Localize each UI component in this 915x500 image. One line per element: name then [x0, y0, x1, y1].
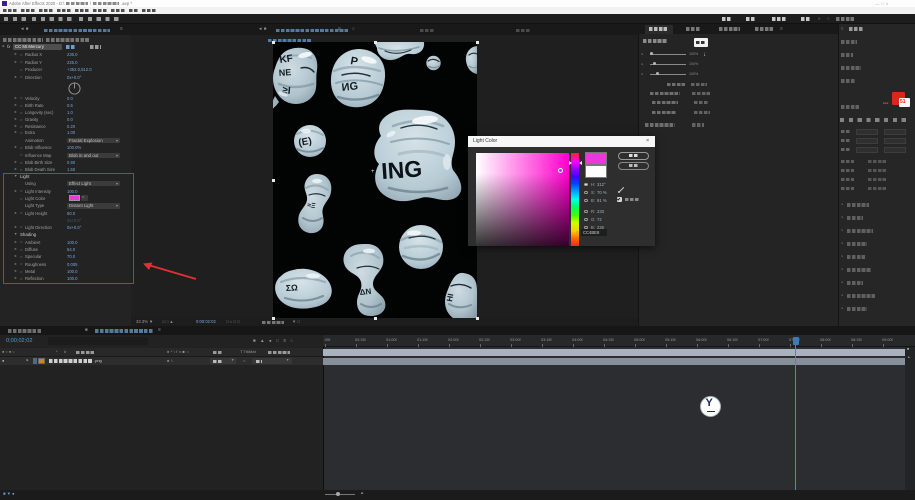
svg-text:NE: NE: [278, 67, 291, 78]
svg-text:ΔΝ: ΔΝ: [359, 287, 372, 297]
svg-text:ИG: ИG: [341, 80, 359, 94]
svg-text:ΗΙ: ΗΙ: [445, 293, 455, 302]
svg-text:(E): (E): [298, 136, 313, 149]
svg-text:≈Ξ: ≈Ξ: [307, 202, 317, 210]
svg-text:ΣΩ: ΣΩ: [286, 282, 299, 293]
svg-text:KF: KF: [279, 53, 294, 66]
svg-text:ING: ING: [380, 155, 423, 184]
